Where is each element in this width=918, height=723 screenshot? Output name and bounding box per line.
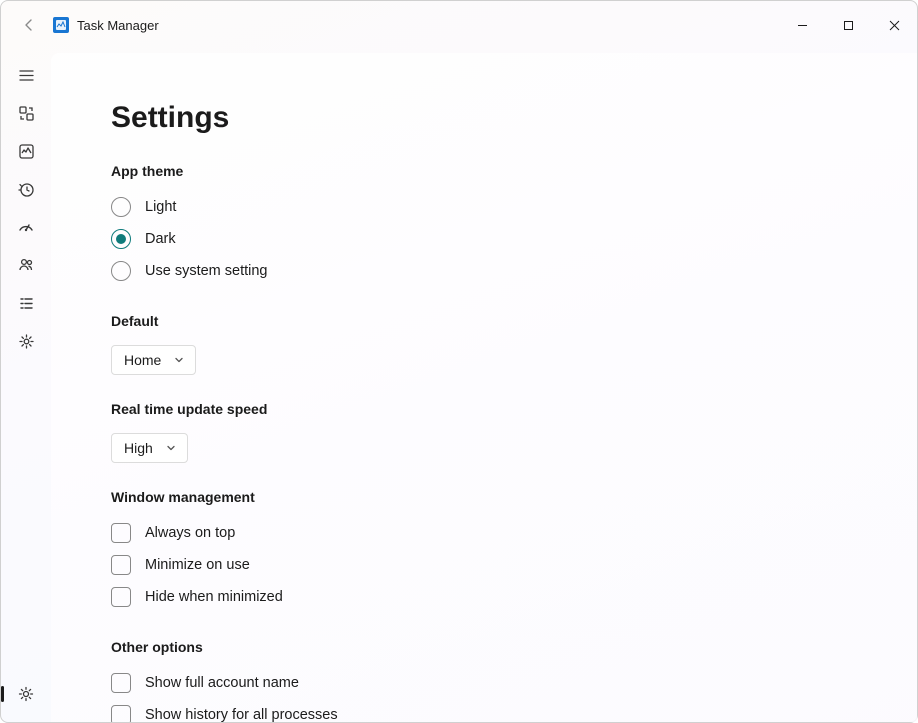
minimize-button[interactable]: [779, 9, 825, 41]
nav-processes[interactable]: [6, 95, 46, 131]
chevron-down-icon: [165, 442, 177, 454]
nav-services[interactable]: [6, 323, 46, 359]
nav-app-history[interactable]: [6, 171, 46, 207]
nav-startup[interactable]: [6, 209, 46, 245]
select-value: High: [124, 440, 153, 456]
radio-theme-dark[interactable]: Dark: [111, 223, 751, 255]
arrow-left-icon: [21, 17, 37, 33]
radio-icon: [111, 261, 131, 281]
minimize-icon: [797, 20, 808, 31]
section-default: Default: [111, 313, 751, 329]
check-hide-when-minimized[interactable]: Hide when minimized: [111, 581, 751, 613]
check-minimize-on-use[interactable]: Minimize on use: [111, 549, 751, 581]
content-scroll[interactable]: Settings App theme Light Dark Use system…: [51, 53, 917, 722]
section-window-mgmt: Window management: [111, 489, 751, 505]
history-icon: [18, 181, 35, 198]
select-value: Home: [124, 352, 161, 368]
nav-details[interactable]: [6, 285, 46, 321]
checkbox-icon: [111, 673, 131, 693]
section-app-theme: App theme: [111, 163, 751, 179]
default-page-select[interactable]: Home: [111, 345, 196, 375]
section-update-speed: Real time update speed: [111, 401, 751, 417]
checkbox-label: Show history for all processes: [145, 707, 338, 722]
radio-label: Light: [145, 199, 176, 215]
check-show-history[interactable]: Show history for all processes: [111, 699, 751, 722]
check-always-on-top[interactable]: Always on top: [111, 517, 751, 549]
radio-icon: [111, 229, 131, 249]
chevron-down-icon: [173, 354, 185, 366]
checkbox-label: Show full account name: [145, 675, 299, 691]
checkbox-label: Always on top: [145, 525, 235, 541]
checkbox-label: Hide when minimized: [145, 589, 283, 605]
checkbox-label: Minimize on use: [145, 557, 250, 573]
checkbox-icon: [111, 523, 131, 543]
sidebar: [1, 49, 51, 722]
performance-icon: [18, 143, 35, 160]
nav-performance[interactable]: [6, 133, 46, 169]
details-icon: [18, 295, 35, 312]
checkbox-icon: [111, 587, 131, 607]
services-icon: [18, 333, 35, 350]
radio-label: Use system setting: [145, 263, 268, 279]
radio-icon: [111, 197, 131, 217]
radio-theme-system[interactable]: Use system setting: [111, 255, 751, 287]
app-title: Task Manager: [77, 18, 159, 33]
close-icon: [889, 20, 900, 31]
maximize-icon: [843, 20, 854, 31]
startup-icon: [17, 218, 35, 236]
nav-settings[interactable]: [6, 676, 46, 712]
settings-icon: [17, 685, 35, 703]
users-icon: [17, 256, 35, 274]
nav-users[interactable]: [6, 247, 46, 283]
app-icon: [53, 17, 69, 33]
update-speed-select[interactable]: High: [111, 433, 188, 463]
radio-label: Dark: [145, 231, 176, 247]
page-title: Settings: [111, 101, 751, 135]
section-other-options: Other options: [111, 639, 751, 655]
back-button[interactable]: [9, 5, 49, 45]
titlebar: Task Manager: [1, 1, 917, 49]
radio-theme-light[interactable]: Light: [111, 191, 751, 223]
close-button[interactable]: [871, 9, 917, 41]
hamburger-icon: [18, 67, 35, 84]
maximize-button[interactable]: [825, 9, 871, 41]
nav-hamburger[interactable]: [6, 57, 46, 93]
checkbox-icon: [111, 555, 131, 575]
processes-icon: [18, 105, 35, 122]
check-show-full-account[interactable]: Show full account name: [111, 667, 751, 699]
checkbox-icon: [111, 705, 131, 722]
